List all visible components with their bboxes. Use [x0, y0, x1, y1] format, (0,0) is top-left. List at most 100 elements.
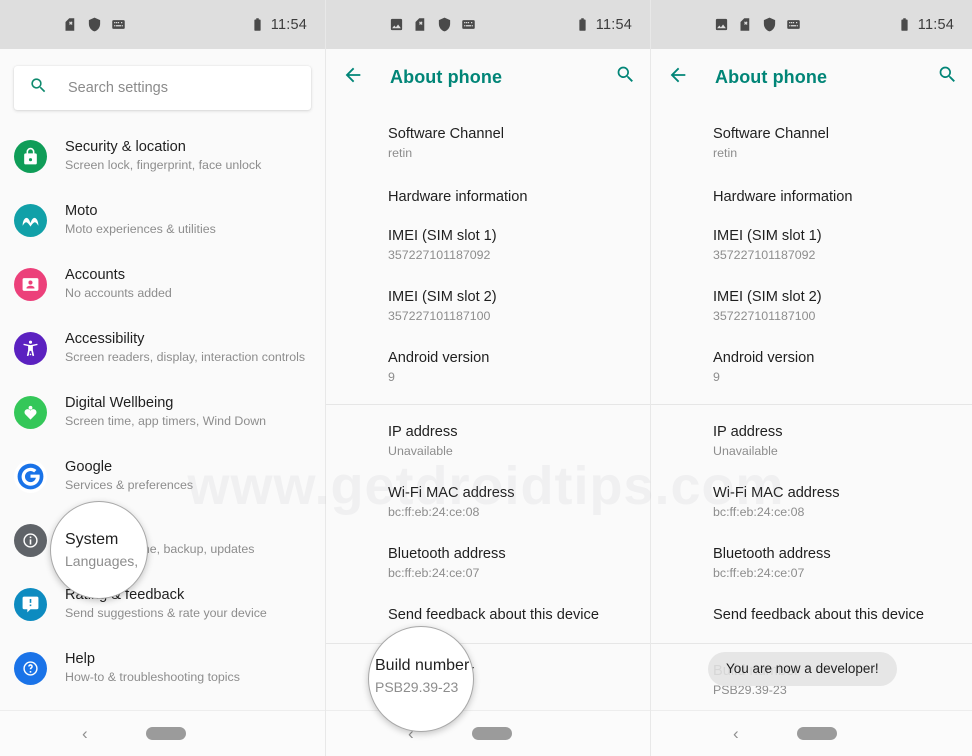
list-item[interactable]: Bluetooth address bc:ff:eb:24:ce:07: [651, 533, 972, 594]
image-icon: [714, 17, 729, 32]
row-value: 9: [713, 370, 720, 384]
list-item[interactable]: Android version 9: [651, 337, 972, 398]
row-value: 357227101187100: [388, 309, 491, 323]
sidebar-item-digital-wellbeing[interactable]: Digital Wellbeing Screen time, app timer…: [0, 380, 325, 444]
sidebar-item-text: Moto Moto experiences & utilities: [65, 202, 216, 238]
lock-icon: [14, 139, 47, 173]
list-item[interactable]: Send feedback about this device: [651, 594, 972, 637]
battery-icon: [575, 17, 590, 32]
sim-card-error-icon: [413, 17, 428, 32]
settings-list: Security & location Screen lock, fingerp…: [0, 110, 325, 700]
toast-developer: You are now a developer!: [708, 652, 897, 686]
keyboard-icon: [786, 17, 801, 32]
sidebar-item-accessibility[interactable]: Accessibility Screen readers, display, i…: [0, 316, 325, 380]
row-title: Send feedback about this device: [713, 607, 924, 623]
magnifier-system-content: System Languages,: [65, 529, 138, 571]
arrow-back-icon[interactable]: [342, 64, 364, 91]
status-bar-right: 11:54: [897, 17, 954, 33]
row-title: Android version: [388, 350, 490, 366]
magnifier-title: System: [65, 531, 119, 548]
search-input[interactable]: Search settings: [14, 66, 311, 110]
sidebar-item-text: Accounts No accounts added: [65, 266, 172, 302]
screenshot-root: 11:54 Search settings Security & locatio…: [0, 0, 972, 756]
sidebar-item-text: Digital Wellbeing Screen time, app timer…: [65, 394, 266, 430]
list-item[interactable]: Wi-Fi MAC address bc:ff:eb:24:ce:08: [326, 472, 650, 533]
list-item[interactable]: Hardware information: [651, 174, 972, 215]
nav-home-pill-icon[interactable]: [471, 727, 512, 740]
list-item[interactable]: IMEI (SIM slot 2) 357227101187100: [326, 276, 650, 337]
sidebar-item-title: Moto: [65, 203, 98, 219]
list-item[interactable]: Android version 9: [326, 337, 650, 398]
sidebar-item-subtitle: No accounts added: [65, 286, 172, 300]
status-bar-right: 11:54: [575, 17, 632, 33]
nav-back-icon[interactable]: ‹: [82, 725, 88, 742]
sidebar-item-system[interactable]: System Languages, time, backup, updates: [0, 508, 325, 572]
row-title: IMEI (SIM slot 1): [388, 228, 497, 244]
row-title: Send feedback about this device: [388, 607, 599, 623]
magnifier-build-number: Build number PSB29.39-23: [368, 626, 474, 732]
shield-icon: [762, 17, 777, 32]
battery-icon: [250, 17, 265, 32]
search-icon[interactable]: [937, 64, 958, 90]
row-value: bc:ff:eb:24:ce:07: [713, 566, 805, 580]
list-item[interactable]: Hardware information: [326, 174, 650, 215]
shield-icon: [437, 17, 452, 32]
wellbeing-icon: [14, 395, 47, 429]
list-divider: [651, 404, 972, 405]
sidebar-item-title: Security & location: [65, 139, 186, 155]
battery-icon: [897, 17, 912, 32]
row-title: IMEI (SIM slot 1): [713, 228, 822, 244]
search-bar-wrapper: Search settings: [0, 49, 325, 110]
toast-message: You are now a developer!: [726, 661, 879, 676]
sidebar-item-subtitle: Screen time, app timers, Wind Down: [65, 414, 267, 428]
row-value: bc:ff:eb:24:ce:07: [388, 566, 480, 580]
magnifier-subtitle: Languages,: [65, 553, 139, 569]
magnifier-system: System Languages,: [50, 501, 148, 599]
list-item[interactable]: IMEI (SIM slot 2) 357227101187100: [651, 276, 972, 337]
sidebar-item-accounts[interactable]: Accounts No accounts added: [0, 252, 325, 316]
account-icon: [14, 267, 47, 301]
row-value: retin: [713, 146, 738, 160]
list-item[interactable]: IMEI (SIM slot 1) 357227101187092: [651, 215, 972, 276]
row-title: Wi-Fi MAC address: [388, 485, 515, 501]
row-value: retin: [388, 146, 413, 160]
navigation-bar-panel3: ‹: [651, 710, 972, 756]
row-title: IP address: [388, 424, 458, 440]
sidebar-item-help[interactable]: Help How-to & troubleshooting topics: [0, 636, 325, 700]
status-bar-panel1: 11:54: [0, 0, 325, 49]
list-item[interactable]: Send feedback about this device: [326, 594, 650, 637]
search-placeholder: Search settings: [68, 80, 168, 96]
list-item[interactable]: Software Channel retin: [651, 113, 972, 174]
sidebar-item-moto[interactable]: Moto Moto experiences & utilities: [0, 188, 325, 252]
list-item[interactable]: Wi-Fi MAC address bc:ff:eb:24:ce:08: [651, 472, 972, 533]
status-bar-right: 11:54: [250, 17, 307, 33]
nav-back-icon[interactable]: ‹: [733, 725, 739, 742]
list-item[interactable]: IP address Unavailable: [326, 411, 650, 472]
sidebar-item-rating-feedback[interactable]: Rating & feedback Send suggestions & rat…: [0, 572, 325, 636]
help-icon: [14, 651, 47, 685]
shield-icon: [87, 17, 102, 32]
list-item[interactable]: Bluetooth address bc:ff:eb:24:ce:07: [326, 533, 650, 594]
row-title: Bluetooth address: [388, 546, 506, 562]
arrow-back-icon[interactable]: [667, 64, 689, 91]
nav-home-pill-icon[interactable]: [145, 727, 186, 740]
list-item[interactable]: IP address Unavailable: [651, 411, 972, 472]
feedback-icon: [14, 587, 47, 621]
magnifier-build-content: Build number PSB29.39-23: [375, 655, 469, 697]
search-icon[interactable]: [615, 64, 636, 90]
list-item[interactable]: Software Channel retin: [326, 113, 650, 174]
sidebar-item-security[interactable]: Security & location Screen lock, fingerp…: [0, 124, 325, 188]
nav-home-pill-icon[interactable]: [796, 727, 837, 740]
navigation-bar-panel1: ‹: [0, 710, 325, 756]
sidebar-item-title: Google: [65, 459, 113, 475]
list-item[interactable]: IMEI (SIM slot 1) 357227101187092: [326, 215, 650, 276]
list-divider: [326, 404, 650, 405]
sidebar-item-google[interactable]: Google Services & preferences: [0, 444, 325, 508]
page-title: About phone: [715, 66, 828, 87]
status-bar-panel2: 11:54: [326, 0, 650, 49]
row-value: 357227101187092: [713, 248, 816, 262]
sidebar-item-subtitle: Send suggestions & rate your device: [65, 606, 267, 620]
navigation-bar-panel2: ‹: [326, 710, 650, 756]
row-title: IP address: [713, 424, 783, 440]
row-value: bc:ff:eb:24:ce:08: [388, 505, 480, 519]
